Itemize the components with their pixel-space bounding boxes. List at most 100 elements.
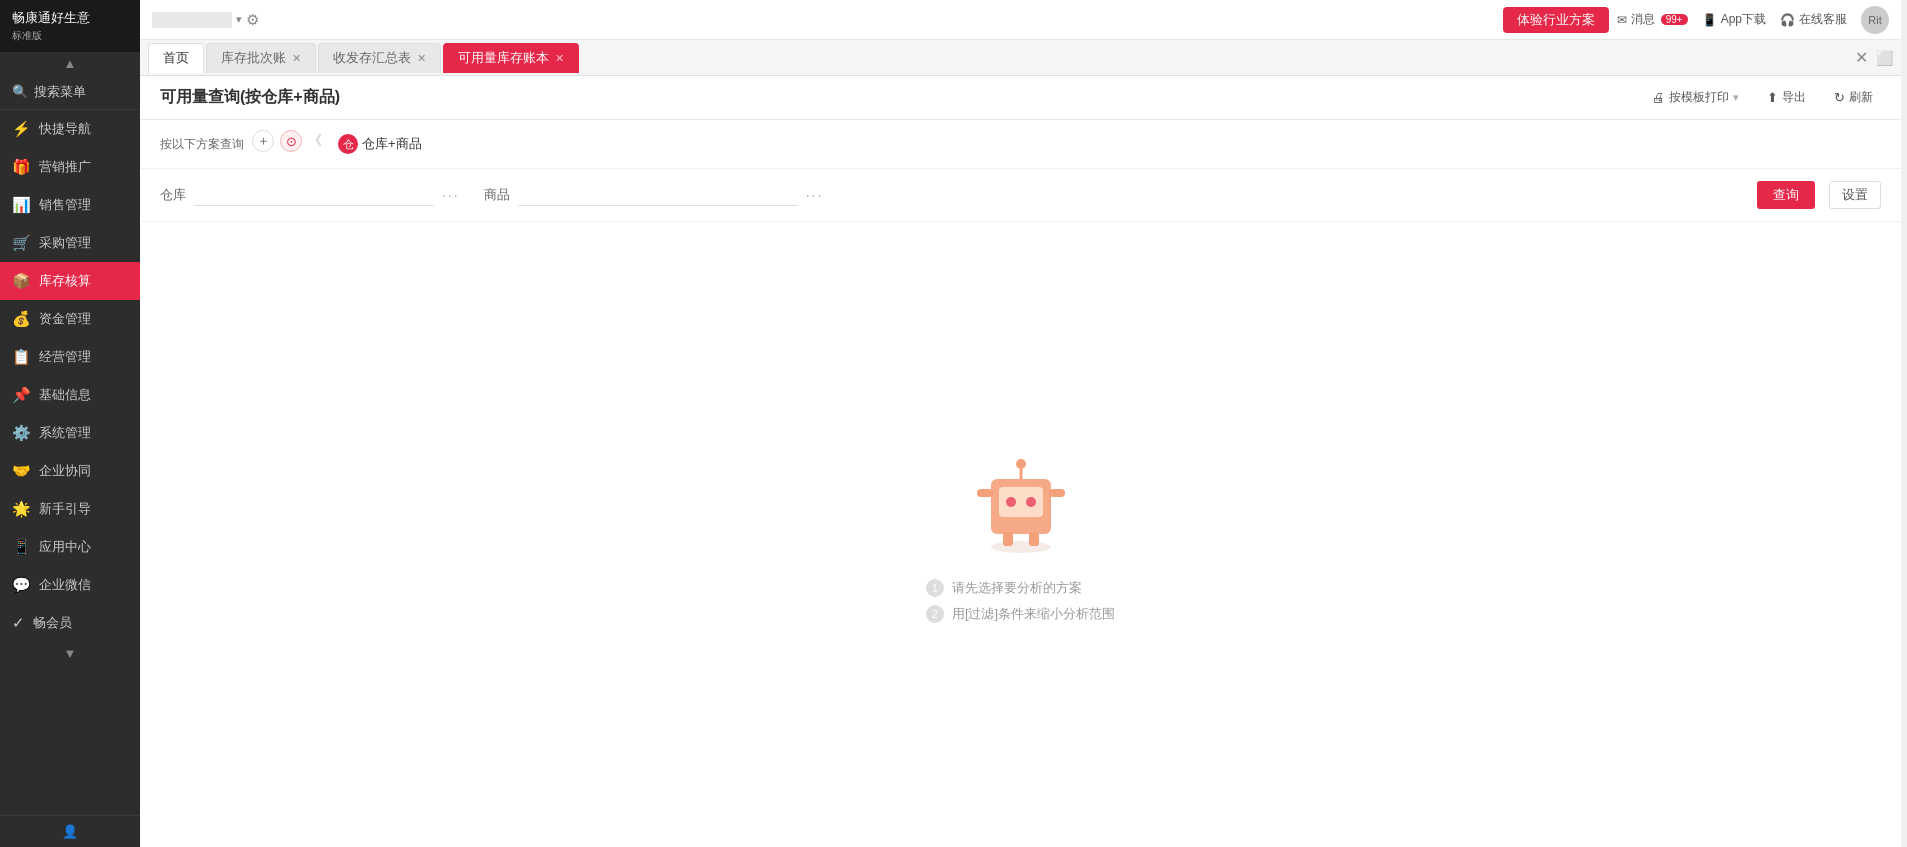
- close-all-icon[interactable]: ✕: [1855, 48, 1868, 67]
- sidebar-item-finance[interactable]: 💰 资金管理: [0, 300, 140, 338]
- step-2-num: 2: [926, 605, 944, 623]
- sidebar-item-label: 营销推广: [39, 158, 91, 176]
- svg-point-4: [1026, 497, 1036, 507]
- maximize-icon[interactable]: ⬜: [1876, 50, 1893, 66]
- query-area: 仓库 ··· 商品 ··· 查询 设置: [140, 169, 1901, 222]
- sidebar-item-quick-nav[interactable]: ⚡ 快捷导航: [0, 110, 140, 148]
- app-download-icon: 📱: [1702, 13, 1717, 27]
- svg-rect-2: [999, 487, 1043, 517]
- tab-available-account[interactable]: 可用量库存账本 ✕: [443, 43, 579, 73]
- sidebar-item-guide[interactable]: 🌟 新手引导: [0, 490, 140, 528]
- sidebar-item-member[interactable]: ✓ 畅会员: [0, 604, 140, 642]
- query-settings-button[interactable]: 设置: [1829, 181, 1881, 209]
- page-title: 可用量查询(按仓库+商品): [160, 87, 340, 108]
- settings-icon[interactable]: ⚙: [246, 11, 259, 29]
- empty-step-1: 1 请先选择要分析的方案: [926, 579, 1115, 597]
- sidebar-item-basic[interactable]: 📌 基础信息: [0, 376, 140, 414]
- export-label: 导出: [1782, 89, 1806, 106]
- refresh-btn[interactable]: ↻ 刷新: [1826, 86, 1881, 109]
- sidebar-bottom[interactable]: 👤: [0, 815, 140, 847]
- product-input[interactable]: [518, 184, 798, 206]
- query-button[interactable]: 查询: [1757, 181, 1815, 209]
- online-service-btn[interactable]: 🎧 在线客服: [1780, 11, 1847, 28]
- sidebar-item-purchase[interactable]: 🛒 采购管理: [0, 224, 140, 262]
- breadcrumb-dropdown[interactable]: ▾: [236, 13, 242, 26]
- sidebar-item-app-center[interactable]: 📱 应用中心: [0, 528, 140, 566]
- print-dropdown-icon[interactable]: ▾: [1733, 91, 1739, 104]
- close-tab-available-account[interactable]: ✕: [555, 53, 564, 64]
- wechat-icon: 💬: [12, 576, 31, 594]
- basic-icon: 📌: [12, 386, 31, 404]
- operations-icon: 📋: [12, 348, 31, 366]
- sidebar-item-label: 企业微信: [39, 576, 91, 594]
- warehouse-label: 仓库: [160, 186, 186, 204]
- collapse-btn[interactable]: 《: [308, 132, 322, 150]
- sidebar-search[interactable]: 🔍 搜索菜单: [0, 75, 140, 110]
- scheme-settings-btn[interactable]: ⊙: [280, 130, 302, 152]
- tab-home[interactable]: 首页: [148, 43, 204, 73]
- sidebar-item-operations[interactable]: 📋 经营管理: [0, 338, 140, 376]
- sidebar-item-label: 经营管理: [39, 348, 91, 366]
- close-tab-receipt-summary[interactable]: ✕: [417, 53, 426, 64]
- sidebar-item-label: 应用中心: [39, 538, 91, 556]
- print-label: 按模板打印: [1669, 89, 1729, 106]
- filter-label: 按以下方案查询: [160, 130, 244, 153]
- purchase-icon: 🛒: [12, 234, 31, 252]
- topbar: ▾ ⚙ 体验行业方案 ✉ 消息 99+ 📱 App下载 🎧 在线客服 Rit: [140, 0, 1901, 40]
- warehouse-input[interactable]: [194, 184, 434, 206]
- scheme-icon: 仓: [338, 134, 358, 154]
- finance-icon: 💰: [12, 310, 31, 328]
- sidebar-item-sales[interactable]: 📊 销售管理: [0, 186, 140, 224]
- sidebar-search-label: 搜索菜单: [34, 83, 86, 101]
- tab-receipt-summary-label: 收发存汇总表: [333, 49, 411, 67]
- sidebar-item-label: 企业协同: [39, 462, 91, 480]
- sidebar-item-system[interactable]: ⚙️ 系统管理: [0, 414, 140, 452]
- sidebar-item-inventory[interactable]: 📦 库存核算: [0, 262, 140, 300]
- sidebar-item-wechat[interactable]: 💬 企业微信: [0, 566, 140, 604]
- print-btn[interactable]: 🖨 按模板打印 ▾: [1644, 86, 1747, 109]
- svg-rect-7: [1003, 532, 1013, 546]
- sidebar-item-label: 系统管理: [39, 424, 91, 442]
- warehouse-field: 仓库 ···: [160, 184, 460, 206]
- right-scrollbar[interactable]: [1901, 0, 1907, 847]
- app-download-btn[interactable]: 📱 App下载: [1702, 11, 1766, 28]
- sidebar-scroll-up[interactable]: ▲: [0, 52, 140, 75]
- step-2-text: 用[过滤]条件来缩小分析范围: [952, 605, 1115, 623]
- print-icon: 🖨: [1652, 90, 1665, 105]
- sidebar-item-label: 采购管理: [39, 234, 91, 252]
- export-btn[interactable]: ⬆ 导出: [1759, 86, 1814, 109]
- add-scheme-btn[interactable]: ＋: [252, 130, 274, 152]
- filter-controls: ＋ ⊙ 《: [252, 130, 322, 152]
- tab-receipt-summary[interactable]: 收发存汇总表 ✕: [318, 43, 441, 73]
- svg-point-6: [1016, 459, 1026, 469]
- sidebar-scroll-down[interactable]: ▼: [0, 642, 140, 665]
- filter-section: 按以下方案查询 ＋ ⊙ 《 仓 仓库+商品: [140, 120, 1901, 169]
- quick-nav-icon: ⚡: [12, 120, 31, 138]
- version-badge: 标准版: [12, 29, 128, 42]
- message-badge: 99+: [1661, 14, 1688, 25]
- tab-home-label: 首页: [163, 49, 189, 67]
- user-profile[interactable]: Rit: [1861, 6, 1889, 34]
- trial-btn[interactable]: 体验行业方案: [1503, 7, 1609, 33]
- system-icon: ⚙️: [12, 424, 31, 442]
- product-dots[interactable]: ···: [806, 187, 824, 203]
- member-icon: ✓: [12, 614, 25, 632]
- sidebar-item-label: 畅会员: [33, 614, 72, 632]
- sales-icon: 📊: [12, 196, 31, 214]
- message-btn[interactable]: ✉ 消息 99+: [1617, 11, 1688, 28]
- page-actions: 🖨 按模板打印 ▾ ⬆ 导出 ↻ 刷新: [1644, 86, 1881, 109]
- headset-icon: 🎧: [1780, 13, 1795, 27]
- message-label: 消息: [1631, 11, 1655, 28]
- topbar-icon-group: ✉ 消息 99+ 📱 App下载 🎧 在线客服 Rit: [1617, 6, 1889, 34]
- empty-text: 1 请先选择要分析的方案 2 用[过滤]条件来缩小分析范围: [926, 579, 1115, 631]
- sidebar-item-enterprise[interactable]: 🤝 企业协同: [0, 452, 140, 490]
- warehouse-dots[interactable]: ···: [442, 187, 460, 203]
- sidebar-item-marketing[interactable]: 🎁 营销推广: [0, 148, 140, 186]
- empty-step-2: 2 用[过滤]条件来缩小分析范围: [926, 605, 1115, 623]
- sidebar-item-label: 快捷导航: [39, 120, 91, 138]
- tab-batch-account[interactable]: 库存批次账 ✕: [206, 43, 316, 73]
- scheme-item[interactable]: 仓 仓库+商品: [330, 130, 430, 158]
- app-download-label: App下载: [1721, 11, 1766, 28]
- close-tab-batch-account[interactable]: ✕: [292, 53, 301, 64]
- svg-rect-8: [1029, 532, 1039, 546]
